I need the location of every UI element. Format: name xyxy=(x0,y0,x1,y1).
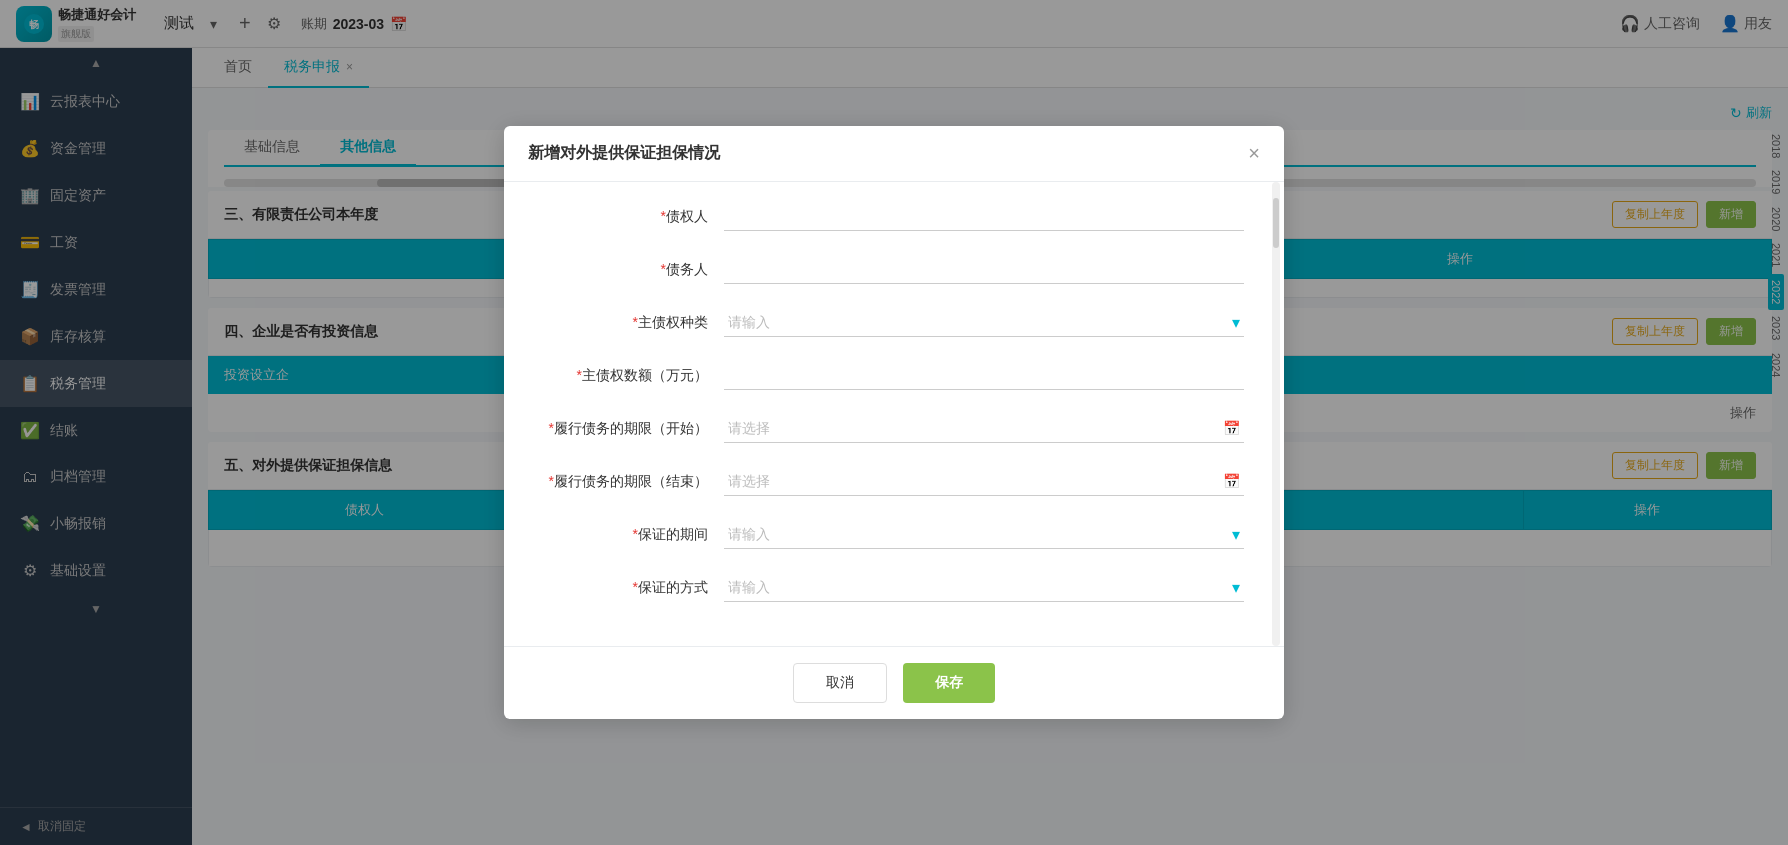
required-star: * xyxy=(633,526,638,542)
select-claim-type-wrap: ▾ xyxy=(724,308,1244,337)
input-end-date[interactable] xyxy=(724,467,1219,495)
chevron-down-period-icon[interactable]: ▾ xyxy=(1228,525,1244,544)
label-end-date: *履行债务的期限（结束） xyxy=(544,473,724,491)
label-creditor: *债权人 xyxy=(544,208,724,226)
select-guarantee-method-wrap: ▾ xyxy=(724,573,1244,602)
date-end-wrap: 📅 xyxy=(724,467,1244,496)
required-star: * xyxy=(577,367,582,383)
label-guarantee-period: *保证的期间 xyxy=(544,526,724,544)
input-claim-type[interactable] xyxy=(724,308,1228,336)
input-guarantee-method[interactable] xyxy=(724,573,1228,601)
cancel-button[interactable]: 取消 xyxy=(793,663,887,703)
chevron-down-method-icon[interactable]: ▾ xyxy=(1228,578,1244,597)
required-star: * xyxy=(633,579,638,595)
input-claim-amount[interactable] xyxy=(724,361,1244,390)
modal-title: 新增对外提供保证担保情况 xyxy=(528,143,720,164)
required-star: * xyxy=(549,420,554,436)
label-debtor: *债务人 xyxy=(544,261,724,279)
calendar-start-icon[interactable]: 📅 xyxy=(1219,420,1244,436)
modal-close-btn[interactable]: × xyxy=(1248,142,1260,165)
modal-scrollbar-track xyxy=(1272,182,1280,646)
required-star: * xyxy=(633,314,638,330)
modal-header: 新增对外提供保证担保情况 × xyxy=(504,126,1284,182)
label-guarantee-method: *保证的方式 xyxy=(544,579,724,597)
required-star: * xyxy=(661,261,666,277)
input-debtor[interactable] xyxy=(724,255,1244,284)
field-start-date: *履行债务的期限（开始） 📅 xyxy=(544,414,1244,443)
save-button[interactable]: 保存 xyxy=(903,663,995,703)
modal-scrollbar-thumb xyxy=(1273,198,1279,248)
required-star: * xyxy=(661,208,666,224)
required-star: * xyxy=(549,473,554,489)
label-claim-amount: *主债权数额（万元） xyxy=(544,367,724,385)
chevron-down-icon[interactable]: ▾ xyxy=(1228,313,1244,332)
calendar-end-icon[interactable]: 📅 xyxy=(1219,473,1244,489)
field-claim-amount: *主债权数额（万元） xyxy=(544,361,1244,390)
input-guarantee-period[interactable] xyxy=(724,520,1228,548)
select-guarantee-period-wrap: ▾ xyxy=(724,520,1244,549)
modal: 新增对外提供保证担保情况 × *债权人 *债务人 xyxy=(504,126,1284,719)
modal-body: *债权人 *债务人 *主债权种类 ▾ xyxy=(504,182,1284,646)
field-claim-type: *主债权种类 ▾ xyxy=(544,308,1244,337)
input-creditor[interactable] xyxy=(724,202,1244,231)
field-end-date: *履行债务的期限（结束） 📅 xyxy=(544,467,1244,496)
modal-footer: 取消 保存 xyxy=(504,646,1284,719)
field-creditor: *债权人 xyxy=(544,202,1244,231)
field-debtor: *债务人 xyxy=(544,255,1244,284)
input-start-date[interactable] xyxy=(724,414,1219,442)
field-guarantee-period: *保证的期间 ▾ xyxy=(544,520,1244,549)
label-start-date: *履行债务的期限（开始） xyxy=(544,420,724,438)
date-start-wrap: 📅 xyxy=(724,414,1244,443)
label-claim-type: *主债权种类 xyxy=(544,314,724,332)
field-guarantee-method: *保证的方式 ▾ xyxy=(544,573,1244,602)
modal-overlay[interactable]: 新增对外提供保证担保情况 × *债权人 *债务人 xyxy=(0,0,1788,845)
